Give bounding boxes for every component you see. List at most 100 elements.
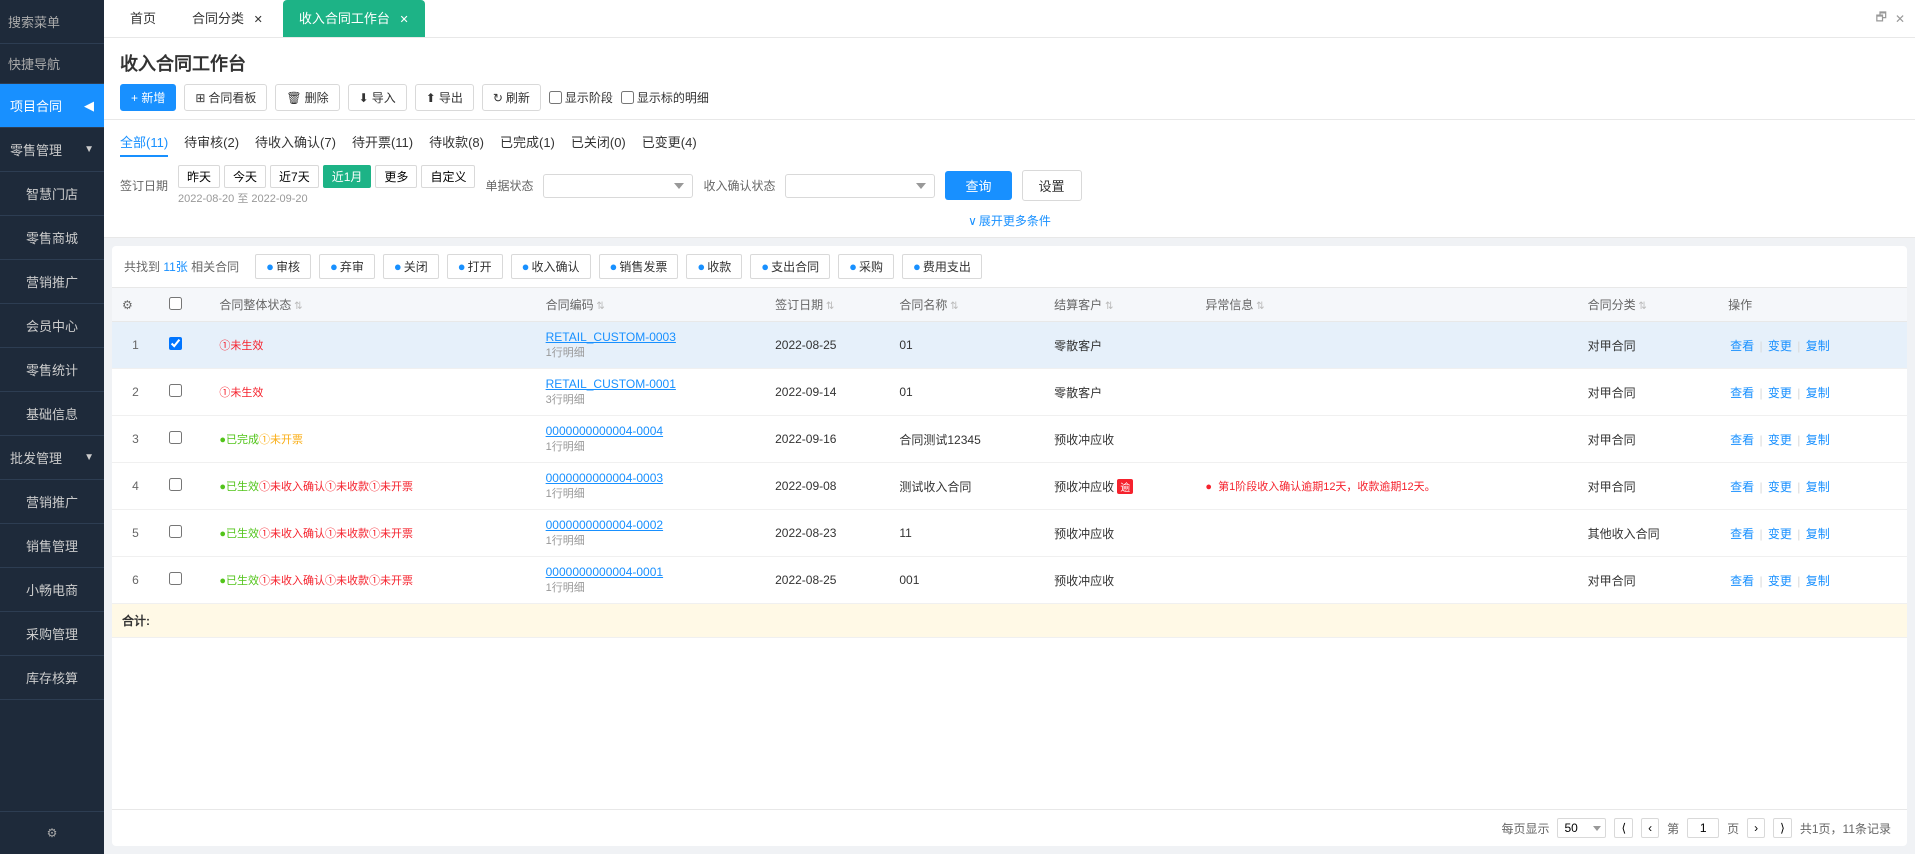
- review-button[interactable]: ● 审核: [255, 254, 311, 279]
- col-sign-date[interactable]: 签订日期: [765, 288, 889, 322]
- open-button[interactable]: ● 打开: [447, 254, 503, 279]
- col-name[interactable]: 合同名称: [889, 288, 1044, 322]
- filter-tab-all[interactable]: 全部(11): [120, 128, 168, 157]
- restore-icon[interactable]: 🗗: [1876, 8, 1887, 29]
- contract-code-link[interactable]: 0000000000004-0003: [546, 471, 755, 485]
- first-page-button[interactable]: ⟨: [1614, 818, 1633, 838]
- filter-tab-changed[interactable]: 已变更(4): [642, 128, 697, 157]
- op-查看[interactable]: 查看: [1730, 386, 1754, 400]
- col-status[interactable]: 合同整体状态: [209, 288, 535, 322]
- contract-code-link[interactable]: 0000000000004-0002: [546, 518, 755, 532]
- expand-filter-button[interactable]: ∨ 展开更多条件: [968, 212, 1051, 229]
- row-select-checkbox[interactable]: [169, 384, 182, 397]
- op-查看[interactable]: 查看: [1730, 433, 1754, 447]
- next-page-button[interactable]: ›: [1747, 818, 1765, 838]
- delete-button[interactable]: 🗑 删除: [275, 84, 339, 111]
- op-复制[interactable]: 复制: [1806, 527, 1830, 541]
- income-confirm-select[interactable]: [785, 174, 935, 198]
- sidebar-item-inventory[interactable]: 库存核算: [0, 656, 104, 700]
- query-button[interactable]: 查询: [945, 171, 1011, 200]
- row-select-checkbox[interactable]: [169, 431, 182, 444]
- row-select-checkbox[interactable]: [169, 478, 182, 491]
- collection-button[interactable]: ● 收款: [686, 254, 742, 279]
- contract-code-link[interactable]: 0000000000004-0001: [546, 565, 755, 579]
- col-settings[interactable]: ⚙: [112, 288, 159, 322]
- expense-output-button[interactable]: ● 费用支出: [902, 254, 982, 279]
- setting-button[interactable]: 设置: [1022, 170, 1082, 201]
- tab-home[interactable]: 首页: [114, 0, 172, 37]
- sidebar-item-member[interactable]: 会员中心: [0, 304, 104, 348]
- sidebar-item-purchase[interactable]: 采购管理: [0, 612, 104, 656]
- filter-tab-closed[interactable]: 已关闭(0): [571, 128, 626, 157]
- col-category[interactable]: 合同分类: [1578, 288, 1719, 322]
- show-detail-input[interactable]: [621, 91, 634, 104]
- op-复制[interactable]: 复制: [1806, 433, 1830, 447]
- output-contract-button[interactable]: ● 支出合同: [750, 254, 830, 279]
- sidebar-item-xiaochu[interactable]: 小畅电商: [0, 568, 104, 612]
- sidebar-item-basic-info[interactable]: 基础信息: [0, 392, 104, 436]
- op-查看[interactable]: 查看: [1730, 339, 1754, 353]
- purchase-button[interactable]: ● 采购: [838, 254, 894, 279]
- last-page-button[interactable]: ⟩: [1773, 818, 1792, 838]
- page-number-input[interactable]: [1687, 818, 1719, 838]
- op-复制[interactable]: 复制: [1806, 480, 1830, 494]
- sidebar-item-project[interactable]: 项目合同 ◀: [0, 84, 104, 128]
- contract-code-link[interactable]: RETAIL_CUSTOM-0003: [546, 330, 755, 344]
- op-查看[interactable]: 查看: [1730, 527, 1754, 541]
- sales-invoice-button[interactable]: ● 销售发票: [599, 254, 679, 279]
- date-btn-last1month[interactable]: 近1月: [323, 165, 372, 188]
- tab-close-contract-category[interactable]: ✕: [254, 14, 263, 26]
- op-查看[interactable]: 查看: [1730, 480, 1754, 494]
- date-btn-custom[interactable]: 自定义: [421, 165, 475, 188]
- sidebar-item-retail-mall[interactable]: 零售商城: [0, 216, 104, 260]
- col-checkbox[interactable]: [159, 288, 209, 322]
- filter-tab-completed[interactable]: 已完成(1): [500, 128, 555, 157]
- filter-tab-pending-review[interactable]: 待审核(2): [184, 128, 239, 157]
- date-btn-yesterday[interactable]: 昨天: [178, 165, 220, 188]
- contract-code-link[interactable]: 0000000000004-0004: [546, 424, 755, 438]
- op-变更[interactable]: 变更: [1768, 574, 1792, 588]
- sidebar-search[interactable]: 搜索菜单: [0, 0, 104, 44]
- col-error-info[interactable]: 异常信息: [1195, 288, 1577, 322]
- filter-tab-pending-invoice[interactable]: 待开票(11): [352, 128, 413, 157]
- contract-code-link[interactable]: RETAIL_CUSTOM-0001: [546, 377, 755, 391]
- date-btn-today[interactable]: 今天: [224, 165, 266, 188]
- close-icon[interactable]: ✕: [1895, 12, 1905, 26]
- sidebar-item-sales-mgmt[interactable]: 销售管理: [0, 524, 104, 568]
- abandon-button[interactable]: ● 弃审: [319, 254, 375, 279]
- page-size-select[interactable]: 50 20 100: [1557, 818, 1606, 838]
- col-code[interactable]: 合同编码: [536, 288, 765, 322]
- date-btn-more[interactable]: 更多: [375, 165, 417, 188]
- sidebar-item-smart-store[interactable]: 智慧门店: [0, 172, 104, 216]
- refresh-button[interactable]: ↻ 刷新: [482, 84, 541, 111]
- op-复制[interactable]: 复制: [1806, 574, 1830, 588]
- import-button[interactable]: ⬇ 导入: [348, 84, 407, 111]
- filter-tab-pending-income-confirm[interactable]: 待收入确认(7): [255, 128, 336, 157]
- tab-income-workbench[interactable]: 收入合同工作台 ✕: [283, 0, 425, 37]
- op-复制[interactable]: 复制: [1806, 339, 1830, 353]
- op-变更[interactable]: 变更: [1768, 480, 1792, 494]
- sidebar-item-marketing2[interactable]: 营销推广: [0, 480, 104, 524]
- sidebar-item-retail-stats[interactable]: 零售统计: [0, 348, 104, 392]
- new-button[interactable]: + 新增: [120, 84, 176, 111]
- op-变更[interactable]: 变更: [1768, 433, 1792, 447]
- date-btn-last7days[interactable]: 近7天: [270, 165, 319, 188]
- show-stages-checkbox[interactable]: 显示阶段: [549, 89, 613, 106]
- sidebar-settings[interactable]: ⚙: [0, 811, 104, 854]
- op-变更[interactable]: 变更: [1768, 527, 1792, 541]
- sidebar-item-retail-mgmt[interactable]: 零售管理 ▼: [0, 128, 104, 172]
- col-customer[interactable]: 结算客户: [1044, 288, 1195, 322]
- op-复制[interactable]: 复制: [1806, 386, 1830, 400]
- op-变更[interactable]: 变更: [1768, 386, 1792, 400]
- close-button[interactable]: ● 关闭: [383, 254, 439, 279]
- tab-contract-category[interactable]: 合同分类 ✕: [176, 0, 279, 37]
- doc-status-select[interactable]: [543, 174, 693, 198]
- sidebar-item-marketing[interactable]: 营销推广: [0, 260, 104, 304]
- prev-page-button[interactable]: ‹: [1641, 818, 1659, 838]
- export-button[interactable]: ⬆ 导出: [415, 84, 474, 111]
- filter-tab-pending-collection[interactable]: 待收款(8): [429, 128, 484, 157]
- show-stages-input[interactable]: [549, 91, 562, 104]
- op-查看[interactable]: 查看: [1730, 574, 1754, 588]
- income-confirm-button[interactable]: ● 收入确认: [511, 254, 591, 279]
- show-detail-checkbox[interactable]: 显示标的明细: [621, 89, 709, 106]
